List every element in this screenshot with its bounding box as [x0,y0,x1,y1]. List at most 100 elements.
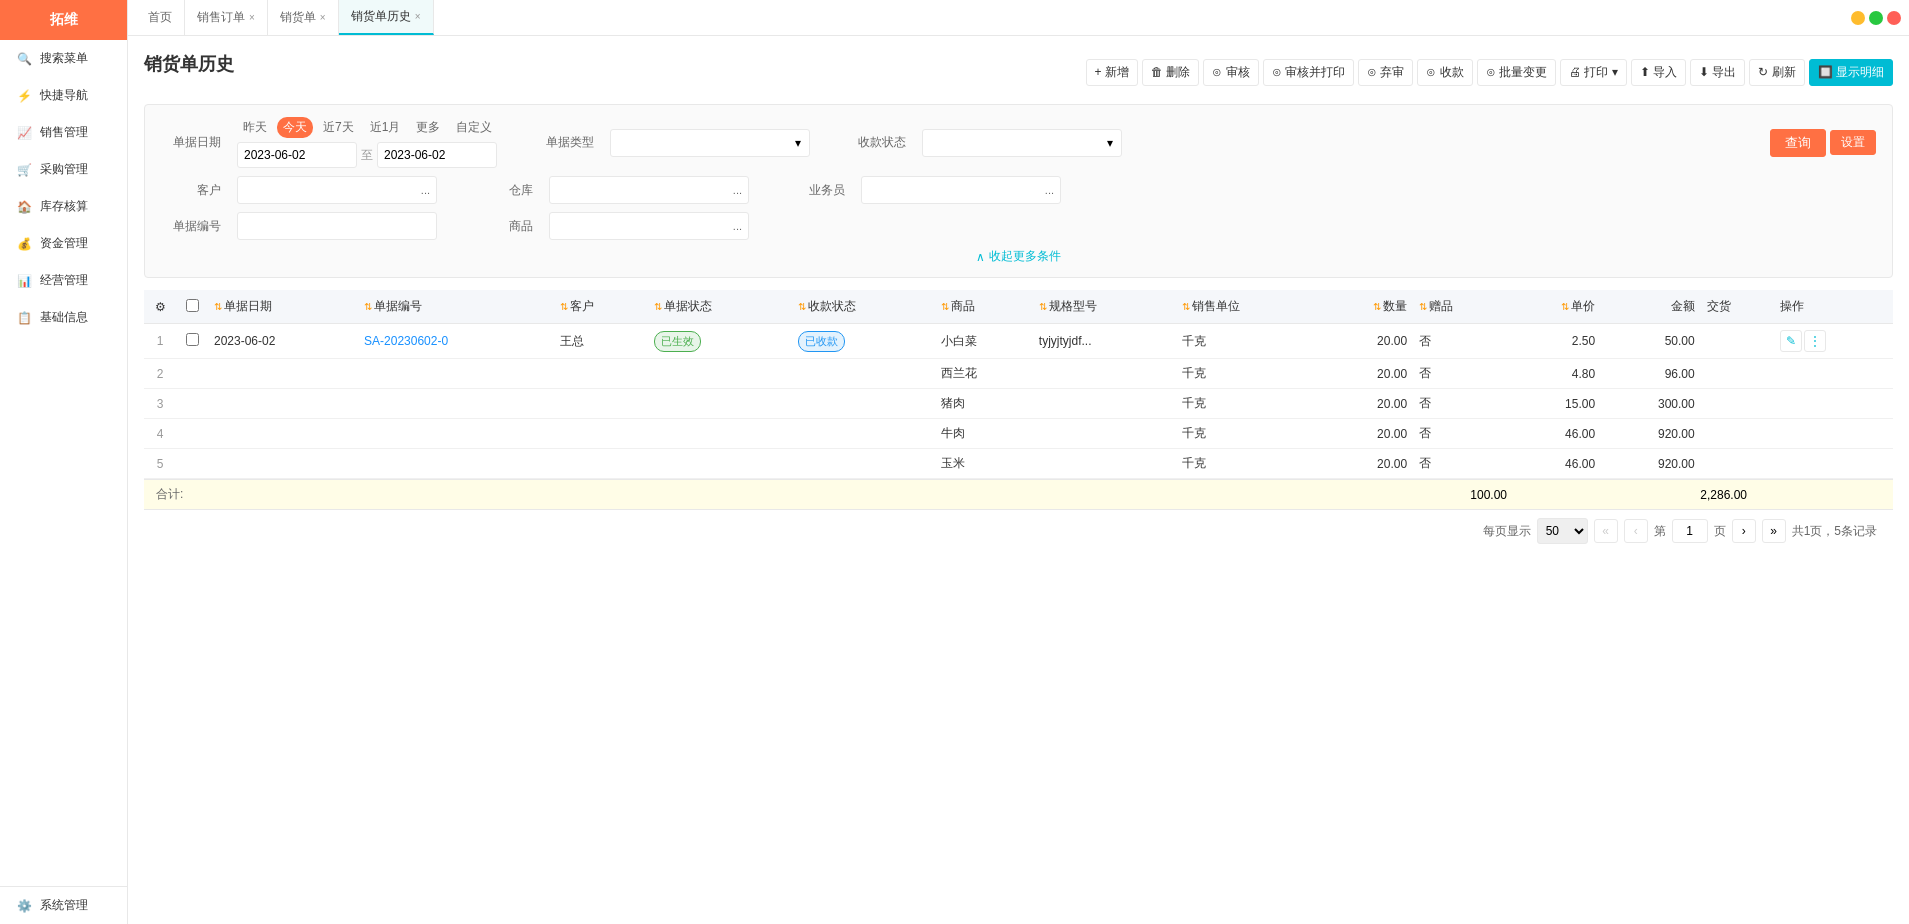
th-goods[interactable]: ⇅ 商品 [935,290,1033,324]
import-button[interactable]: ⬆ 导入 [1631,59,1686,86]
cell-docstatus [648,419,791,449]
sidebar-item-system[interactable]: ⚙️ 系统管理 [0,887,127,924]
sidebar-item-sales[interactable]: 📈 销售管理 [0,114,127,151]
edit-action[interactable]: ✎ [1780,330,1802,352]
cell-action [1774,419,1893,449]
staff-input[interactable] [868,183,1045,197]
collect-button[interactable]: ⊙ 收款 [1417,59,1472,86]
setting-button[interactable]: 设置 [1830,130,1876,155]
show-detail-button[interactable]: 🔲 显示明细 [1809,59,1893,86]
cell-action [1774,359,1893,389]
row-checkbox[interactable] [186,333,199,346]
th-pay-status[interactable]: ⇅ 收款状态 [792,290,935,324]
data-table: ⚙ ⇅ 单据日期 [144,290,1893,479]
tab-home[interactable]: 首页 [136,0,185,35]
staff-input-wrap[interactable]: ... [861,176,1061,204]
date-from-input[interactable] [237,142,357,168]
doc-type-select[interactable]: ▾ [610,129,810,157]
th-checkbox[interactable] [176,290,208,324]
date-to-input[interactable] [377,142,497,168]
tab-sales-delivery[interactable]: 销货单 × [268,0,339,35]
goods-input-wrap[interactable]: ... [549,212,749,240]
date-tab-more[interactable]: 更多 [410,117,446,138]
date-tab-1month[interactable]: 近1月 [364,117,407,138]
date-tab-today[interactable]: 今天 [277,117,313,138]
tab-sales-order-close[interactable]: × [249,12,255,23]
th-unit-price[interactable]: ⇅ 单价 [1507,290,1601,324]
tab-sales-delivery-close[interactable]: × [320,12,326,23]
tab-sales-history-close[interactable]: × [415,11,421,22]
page-input[interactable] [1672,519,1708,543]
date-tab-custom[interactable]: 自定义 [450,117,498,138]
goods-more-icon[interactable]: ... [733,220,742,232]
sidebar-item-search-menu[interactable]: 🔍 搜索菜单 [0,40,127,77]
sidebar-item-operations[interactable]: 📊 经营管理 [0,262,127,299]
new-button[interactable]: + 新增 [1086,59,1138,86]
th-date[interactable]: ⇅ 单据日期 [208,290,358,324]
th-doc-no[interactable]: ⇅ 单据编号 [358,290,554,324]
customer-input-wrap[interactable]: ... [237,176,437,204]
warehouse-input[interactable] [556,183,733,197]
sidebar-label-quick: 快捷导航 [40,87,88,104]
sidebar-item-finance[interactable]: 💰 资金管理 [0,225,127,262]
batch-change-button[interactable]: ⊙ 批量变更 [1477,59,1556,86]
cell-checkbox[interactable] [176,389,208,419]
cell-checkbox[interactable] [176,449,208,479]
more-action[interactable]: ⋮ [1804,330,1826,352]
sidebar-item-base-info[interactable]: 📋 基础信息 [0,299,127,336]
th-unit[interactable]: ⇅ 销售单位 [1176,290,1319,324]
cell-checkbox[interactable] [176,419,208,449]
sidebar-item-quick-nav[interactable]: ⚡ 快捷导航 [0,77,127,114]
th-gift[interactable]: ⇅ 赠品 [1413,290,1507,324]
cell-goods: 小白菜 [935,324,1033,359]
next-page-button[interactable]: › [1732,519,1756,543]
warehouse-label: 仓库 [473,182,533,199]
last-page-button[interactable]: » [1762,519,1786,543]
sidebar-item-purchase[interactable]: 🛒 采购管理 [0,151,127,188]
pay-status-select[interactable]: ▾ [922,129,1122,157]
collapse-button[interactable]: ∧ 收起更多条件 [161,248,1876,265]
th-transaction[interactable]: 交货 [1701,290,1775,324]
warehouse-input-wrap[interactable]: ... [549,176,749,204]
abandon-button[interactable]: ⊙ 弃审 [1358,59,1413,86]
close-button[interactable] [1887,11,1901,25]
minimize-button[interactable] [1851,11,1865,25]
staff-more-icon[interactable]: ... [1045,184,1054,196]
th-amount[interactable]: 金额 [1601,290,1701,324]
date-tab-yesterday[interactable]: 昨天 [237,117,273,138]
query-button[interactable]: 查询 [1770,129,1826,157]
review-print-button[interactable]: ⊙ 审核并打印 [1263,59,1354,86]
cell-transaction [1701,324,1775,359]
cell-customer [554,419,648,449]
review-button[interactable]: ⊙ 审核 [1203,59,1258,86]
customer-more-icon[interactable]: ... [421,184,430,196]
export-button[interactable]: ⬇ 导出 [1690,59,1745,86]
sidebar-item-inventory[interactable]: 🏠 库存核算 [0,188,127,225]
tab-sales-order[interactable]: 销售订单 × [185,0,268,35]
maximize-button[interactable] [1869,11,1883,25]
th-customer[interactable]: ⇅ 客户 [554,290,648,324]
th-spec[interactable]: ⇅ 规格型号 [1033,290,1176,324]
date-tab-7days[interactable]: 近7天 [317,117,360,138]
warehouse-more-icon[interactable]: ... [733,184,742,196]
tab-sales-history[interactable]: 销货单历史 × [339,0,434,35]
first-page-button[interactable]: « [1594,519,1618,543]
prev-page-button[interactable]: ‹ [1624,519,1648,543]
select-all-checkbox[interactable] [186,299,199,312]
th-doc-status[interactable]: ⇅ 单据状态 [648,290,791,324]
th-settings[interactable]: ⚙ [144,290,176,324]
doc-no-input[interactable] [237,212,437,240]
print-button[interactable]: 🖨 打印 ▾ [1560,59,1627,86]
th-paystatus-sort: ⇅ 收款状态 [798,298,856,315]
customer-input[interactable] [244,183,421,197]
goods-input[interactable] [556,219,733,233]
th-quantity[interactable]: ⇅ 数量 [1319,290,1413,324]
refresh-button[interactable]: ↻ 刷新 [1749,59,1804,86]
page-size-select[interactable]: 50 100 [1537,518,1588,544]
delete-button[interactable]: 🗑 删除 [1142,59,1199,86]
cell-checkbox[interactable] [176,359,208,389]
sort-icon-qty: ⇅ [1373,301,1381,312]
th-gift-sort: ⇅ 赠品 [1419,298,1453,315]
doc-type-label: 单据类型 [534,134,594,151]
cell-checkbox[interactable] [176,324,208,359]
